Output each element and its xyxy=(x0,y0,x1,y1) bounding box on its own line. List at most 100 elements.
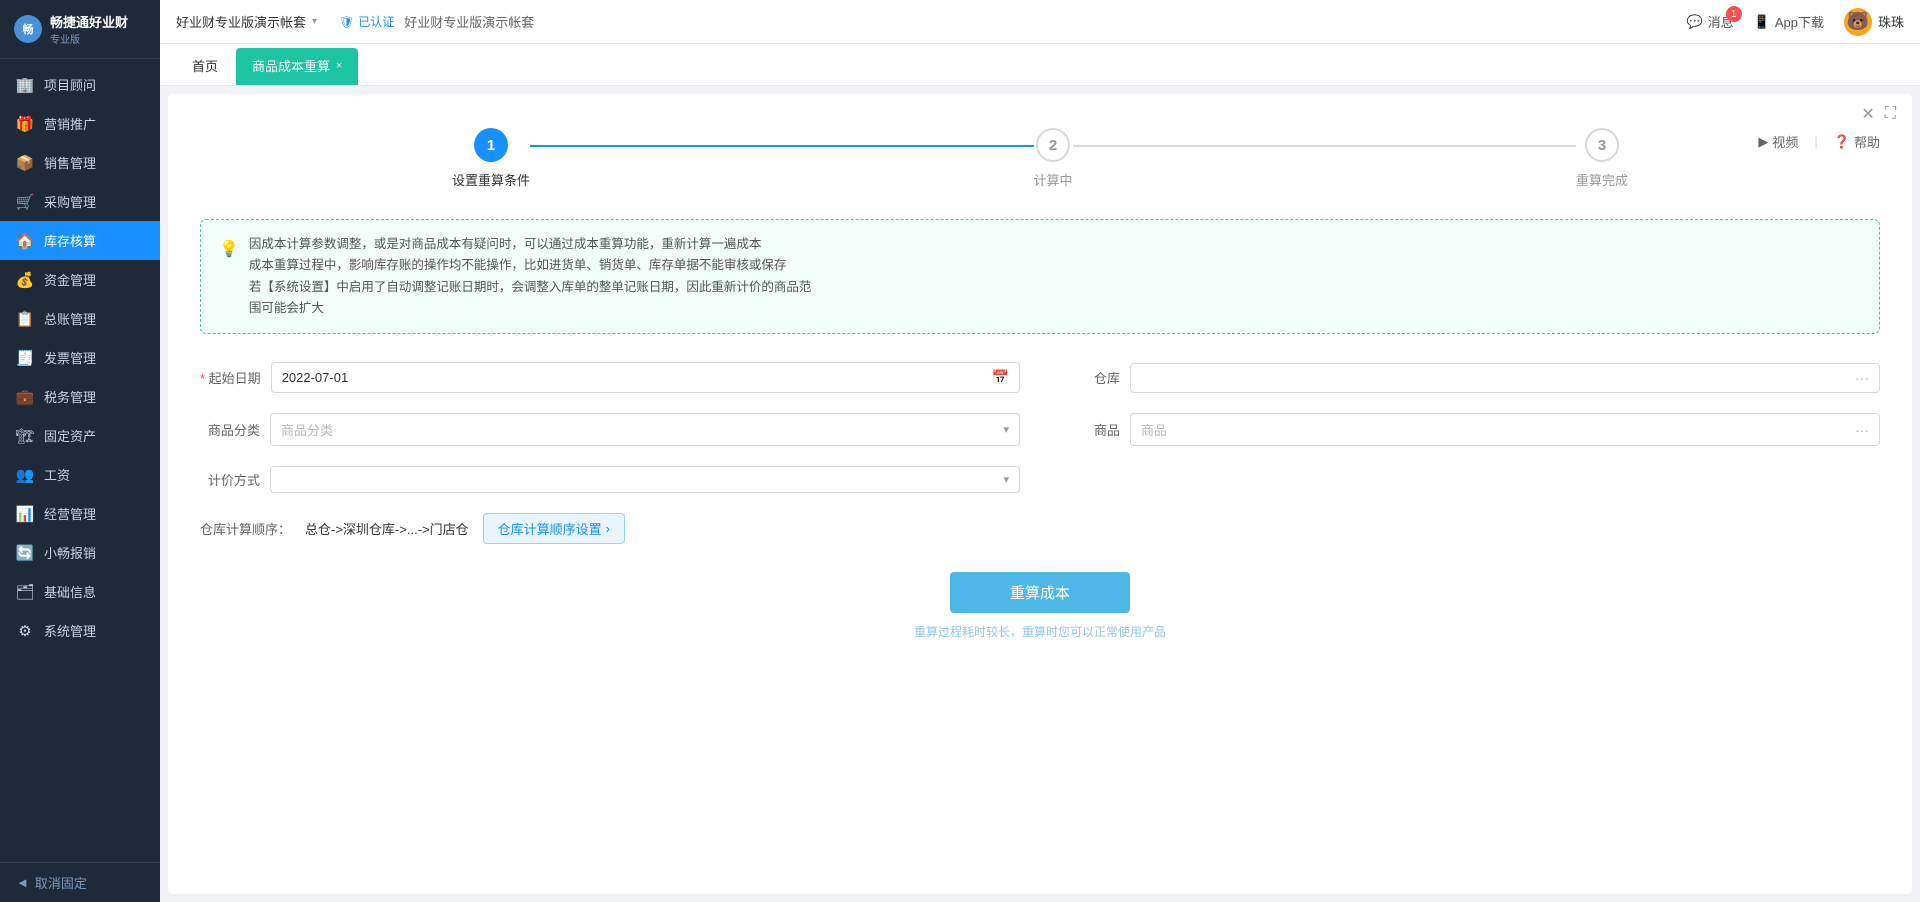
sidebar-item-label-system: 系统管理 xyxy=(44,621,96,640)
category-label: 商品分类 xyxy=(200,420,260,439)
step-line-1 xyxy=(530,145,1033,147)
step-2-circle: 2 xyxy=(1036,128,1070,162)
sidebar-item-finance[interactable]: 💰 资金管理 xyxy=(0,260,160,299)
sidebar-item-basic[interactable]: 🗂 基础信息 xyxy=(0,572,160,611)
sidebar-item-accounting[interactable]: 📋 总账管理 xyxy=(0,299,160,338)
sidebar-item-label-expense: 小畅报销 xyxy=(44,543,96,562)
sidebar-item-label-accounting: 总账管理 xyxy=(44,309,96,328)
operation-icon: 📊 xyxy=(16,505,34,523)
sidebar-item-label-marketing: 营销推广 xyxy=(44,114,96,133)
step-3-label: 重算完成 xyxy=(1576,170,1628,189)
sidebar-item-operation[interactable]: 📊 经营管理 xyxy=(0,494,160,533)
warehouse-row: 仓库 ··· xyxy=(1060,362,1880,393)
warehouse-label: 仓库 xyxy=(1060,368,1120,387)
purchase-icon: 🛒 xyxy=(16,193,34,211)
sidebar-item-sales[interactable]: 📦 销售管理 xyxy=(0,143,160,182)
warehouse-order-settings-button[interactable]: 仓库计算顺序设置 › xyxy=(483,513,625,544)
product-input[interactable]: 商品 ··· xyxy=(1130,413,1880,446)
app-download-button[interactable]: 📱 App下载 xyxy=(1754,12,1824,31)
category-placeholder: 商品分类 xyxy=(281,420,333,439)
pricing-row: 计价方式 ▾ xyxy=(200,466,1020,493)
info-icon: 💡 xyxy=(219,236,239,319)
sidebar-item-label-payroll: 工资 xyxy=(44,465,70,484)
finance-icon: 💰 xyxy=(16,271,34,289)
account-dropdown-arrow: ▾ xyxy=(312,16,317,27)
sidebar-item-label-operation: 经营管理 xyxy=(44,504,96,523)
step-1: 1 设置重算条件 xyxy=(452,128,530,189)
payroll-icon: 👥 xyxy=(16,466,34,484)
message-button[interactable]: 💬 消息 1 xyxy=(1686,12,1733,31)
sidebar-item-label-assets: 固定资产 xyxy=(44,426,96,445)
sidebar-item-label-invoice: 发票管理 xyxy=(44,348,96,367)
account-name: 好业财专业版演示帐套 xyxy=(176,12,306,31)
tabbar: 首页 商品成本重算 × xyxy=(160,44,1920,86)
main-area: 好业财专业版演示帐套 ▾ 🛡 已认证 好业财专业版演示帐套 💬 消息 1 📱 A… xyxy=(160,0,1920,902)
warehouse-more-icon: ··· xyxy=(1855,370,1869,386)
start-date-row: 起始日期 2022-07-01 📅 xyxy=(200,362,1020,393)
step-3-circle: 3 xyxy=(1585,128,1619,162)
step-2-label: 计算中 xyxy=(1034,170,1073,189)
sidebar-header-text: 畅捷通好业财 专业版 xyxy=(50,12,128,46)
sidebar-item-label-tax: 税务管理 xyxy=(44,387,96,406)
tab-close-button[interactable]: × xyxy=(336,60,342,72)
sidebar-item-project[interactable]: 🏢 项目顾问 xyxy=(0,65,160,104)
recalculate-button[interactable]: 重算成本 xyxy=(950,572,1130,613)
start-date-label: 起始日期 xyxy=(200,368,261,387)
sidebar-item-system[interactable]: ⚙ 系统管理 xyxy=(0,611,160,650)
message-icon: 💬 xyxy=(1686,14,1702,30)
phone-icon: 📱 xyxy=(1754,14,1770,30)
tab-product-cost[interactable]: 商品成本重算 × xyxy=(236,48,358,85)
sidebar-item-marketing[interactable]: 🎁 营销推广 xyxy=(0,104,160,143)
sidebar-item-label-purchase: 采购管理 xyxy=(44,192,96,211)
video-link[interactable]: ▶ 视频 xyxy=(1758,132,1798,151)
sidebar: 畅 畅捷通好业财 专业版 🏢 项目顾问 🎁 营销推广 📦 销售管理 🛒 采购管理… xyxy=(0,0,160,902)
start-date-input[interactable]: 2022-07-01 📅 xyxy=(271,362,1020,393)
sidebar-nav: 🏢 项目顾问 🎁 营销推广 📦 销售管理 🛒 采购管理 🏠 库存核算 💰 资金管… xyxy=(0,59,160,862)
topbar-right: 💬 消息 1 📱 App下载 🐻 珠珠 xyxy=(1686,8,1904,36)
pricing-label: 计价方式 xyxy=(200,470,260,489)
inventory-icon: 🏠 xyxy=(16,232,34,250)
accounting-icon: 📋 xyxy=(16,310,34,328)
sidebar-item-label-finance: 资金管理 xyxy=(44,270,96,289)
step-1-circle: 1 xyxy=(474,128,508,162)
sidebar-item-purchase[interactable]: 🛒 采购管理 xyxy=(0,182,160,221)
sidebar-item-label-sales: 销售管理 xyxy=(44,153,96,172)
sidebar-cancel-pin[interactable]: ◄ 取消固定 xyxy=(0,862,160,902)
sidebar-item-label-inventory: 库存核算 xyxy=(44,231,96,250)
product-more-icon: ··· xyxy=(1855,422,1869,438)
warehouse-order-row: 仓库计算顺序： 总仓->深圳仓库->...->门店仓 仓库计算顺序设置 › xyxy=(200,513,1880,544)
app-logo-icon: 畅 xyxy=(14,15,42,43)
step-line-2 xyxy=(1073,145,1576,147)
sidebar-item-payroll[interactable]: 👥 工资 xyxy=(0,455,160,494)
warehouse-input[interactable]: ··· xyxy=(1130,363,1880,393)
pin-icon: ◄ xyxy=(16,875,29,890)
warehouse-order-value: 总仓->深圳仓库->...->门店仓 xyxy=(305,519,469,538)
product-placeholder: 商品 xyxy=(1141,420,1167,439)
sidebar-item-invoice[interactable]: 🧾 发票管理 xyxy=(0,338,160,377)
sidebar-item-inventory[interactable]: 🏠 库存核算 xyxy=(0,221,160,260)
tax-icon: 💼 xyxy=(16,388,34,406)
avatar: 🐻 xyxy=(1844,8,1872,36)
category-select[interactable]: 商品分类 ▾ xyxy=(270,413,1020,446)
step-3: 3 重算完成 xyxy=(1576,128,1628,189)
category-row: 商品分类 商品分类 ▾ xyxy=(200,413,1020,446)
form-grid: 起始日期 2022-07-01 📅 仓库 ··· 商品分类 商品分类 xyxy=(200,362,1880,493)
play-icon: ▶ xyxy=(1758,134,1768,150)
user-avatar-area[interactable]: 🐻 珠珠 xyxy=(1844,8,1904,36)
sidebar-item-assets[interactable]: 🏗 固定资产 xyxy=(0,416,160,455)
expense-icon: 🔄 xyxy=(16,544,34,562)
sidebar-item-tax[interactable]: 💼 税务管理 xyxy=(0,377,160,416)
pricing-select[interactable]: ▾ xyxy=(270,466,1020,493)
expand-window-button[interactable]: ⛶ xyxy=(1885,105,1896,123)
step-2: 2 计算中 xyxy=(1034,128,1073,189)
step-1-label: 设置重算条件 xyxy=(452,170,530,189)
help-link[interactable]: ❓ 帮助 xyxy=(1834,132,1880,151)
tab-home[interactable]: 首页 xyxy=(176,48,234,85)
topbar-account[interactable]: 好业财专业版演示帐套 ▾ xyxy=(176,12,317,31)
sidebar-item-expense[interactable]: 🔄 小畅报销 xyxy=(0,533,160,572)
product-label: 商品 xyxy=(1060,420,1120,439)
help-divider: | xyxy=(1814,134,1817,149)
topbar-demo-text: 好业财专业版演示帐套 xyxy=(404,12,534,31)
assets-icon: 🏗 xyxy=(16,427,34,445)
chevron-right-icon: › xyxy=(606,521,610,536)
